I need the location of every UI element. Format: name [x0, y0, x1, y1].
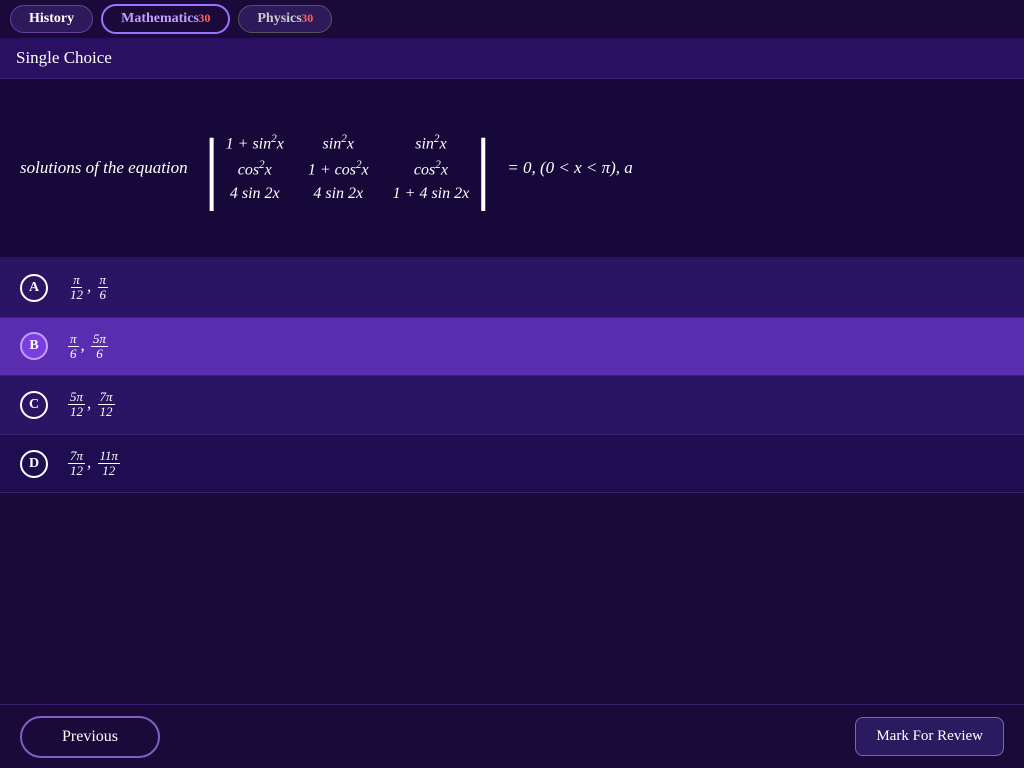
top-nav: History Mathematics 30 Physics 30: [0, 0, 1024, 38]
mathematics-badge: 30: [198, 11, 210, 25]
section-label-text: Single Choice: [16, 48, 112, 67]
tab-history-label: History: [29, 11, 74, 26]
option-b-circle: B: [20, 332, 48, 360]
bottom-bar: Previous Mark For Review: [0, 704, 1024, 768]
tab-mathematics[interactable]: Mathematics 30: [101, 4, 230, 34]
matrix-cell-r2c3: cos2x: [393, 159, 470, 179]
left-bracket: |: [204, 128, 220, 208]
option-c-text: 5π12, 7π12: [66, 390, 117, 420]
tab-history[interactable]: History: [10, 5, 93, 33]
tab-physics[interactable]: Physics 30: [238, 5, 332, 33]
matrix-cell-r3c1: 4 sin 2x: [226, 185, 284, 203]
tab-physics-label: Physics: [257, 11, 301, 26]
matrix-cell-r3c2: 4 sin 2x: [308, 185, 369, 203]
question-area: solutions of the equation | 1 + sin2x si…: [0, 79, 1024, 259]
options-container: A π12, π6 B π6, 5π6 C 5π12, 7π12 D 7π12,…: [0, 259, 1024, 493]
question-prefix: solutions of the equation: [20, 158, 188, 178]
option-a-text: π12, π6: [66, 273, 110, 303]
matrix-container: | 1 + sin2x sin2x sin2x cos2x 1 + cos2x …: [204, 128, 492, 208]
matrix-cell-r1c1: 1 + sin2x: [226, 133, 284, 153]
option-c-circle: C: [20, 391, 48, 419]
matrix-cell-r1c3: sin2x: [393, 133, 470, 153]
option-b-text: π6, 5π6: [66, 332, 110, 362]
option-d-text: 7π12, 11π12: [66, 449, 122, 479]
matrix-cell-r2c1: cos2x: [226, 159, 284, 179]
option-a[interactable]: A π12, π6: [0, 259, 1024, 318]
option-a-circle: A: [20, 274, 48, 302]
physics-badge: 30: [301, 11, 313, 25]
option-d-circle: D: [20, 450, 48, 478]
option-c[interactable]: C 5π12, 7π12: [0, 376, 1024, 435]
matrix-cell-r3c3: 1 + 4 sin 2x: [393, 185, 470, 203]
right-bracket: |: [475, 128, 491, 208]
question-suffix: = 0, (0 < x < π), a: [507, 158, 633, 178]
tab-mathematics-label: Mathematics: [121, 11, 199, 26]
previous-button[interactable]: Previous: [20, 716, 160, 758]
matrix-cell-r2c2: 1 + cos2x: [308, 159, 369, 179]
option-b[interactable]: B π6, 5π6: [0, 318, 1024, 377]
option-d[interactable]: D 7π12, 11π12: [0, 435, 1024, 494]
mark-review-button[interactable]: Mark For Review: [855, 717, 1004, 756]
matrix-cell-r1c2: sin2x: [308, 133, 369, 153]
matrix-table: 1 + sin2x sin2x sin2x cos2x 1 + cos2x co…: [226, 133, 470, 204]
section-label: Single Choice: [0, 38, 1024, 79]
